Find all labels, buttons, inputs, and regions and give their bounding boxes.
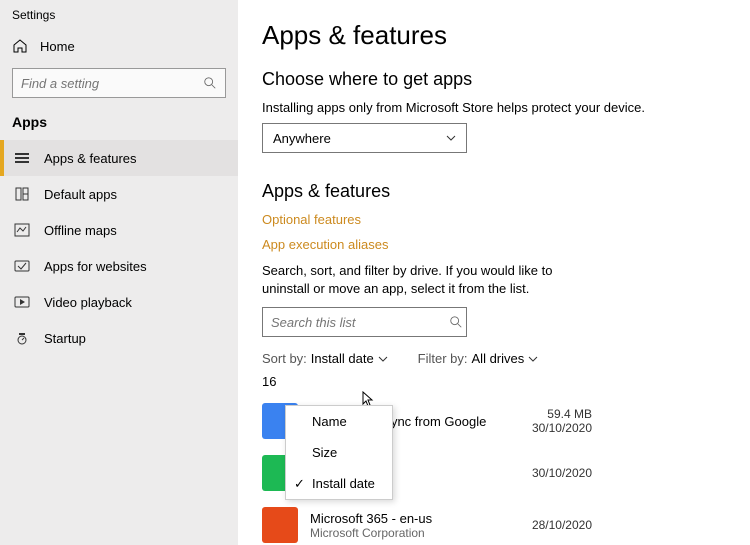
- page-title: Apps & features: [262, 20, 726, 51]
- sidebar-item-default-apps[interactable]: Default apps: [0, 176, 238, 212]
- window-title: Settings: [0, 0, 238, 28]
- search-icon: [449, 315, 463, 329]
- filter-value: All drives: [472, 351, 525, 366]
- app-list-search[interactable]: [262, 307, 467, 337]
- app-source-select[interactable]: Anywhere: [262, 123, 467, 153]
- search-icon: [203, 76, 217, 90]
- sidebar-heading: Apps: [0, 110, 238, 140]
- home-icon: [12, 38, 28, 54]
- app-date: 28/10/2020: [532, 518, 592, 532]
- sidebar-item-apps-for-websites[interactable]: Apps for websites: [0, 248, 238, 284]
- app-publisher: Microsoft Corporation: [310, 526, 520, 540]
- sort-dropdown: NameSizeInstall date: [285, 405, 393, 500]
- chevron-down-icon: [528, 354, 538, 364]
- sort-option-install-date[interactable]: Install date: [286, 468, 392, 499]
- sidebar-item-offline-maps[interactable]: Offline maps: [0, 212, 238, 248]
- sidebar-item-video-playback[interactable]: Video playback: [0, 284, 238, 320]
- home-button[interactable]: Home: [0, 28, 238, 64]
- app-source-value: Anywhere: [273, 131, 331, 146]
- list-description: Search, sort, and filter by drive. If yo…: [262, 262, 602, 297]
- source-hint: Installing apps only from Microsoft Stor…: [262, 100, 726, 115]
- nav-icon: [14, 186, 30, 202]
- app-meta: 30/10/2020: [532, 466, 592, 480]
- nav-icon: [14, 258, 30, 274]
- nav-label: Offline maps: [44, 223, 117, 238]
- filter-label: Filter by:: [418, 351, 468, 366]
- nav-label: Apps for websites: [44, 259, 147, 274]
- filter-by-button[interactable]: Filter by: All drives: [418, 351, 539, 366]
- nav-icon: [14, 150, 30, 166]
- nav-label: Apps & features: [44, 151, 137, 166]
- app-size: 59.4 MB: [532, 407, 592, 421]
- settings-search[interactable]: [12, 68, 226, 98]
- app-execution-aliases-link[interactable]: App execution aliases: [262, 237, 726, 252]
- app-list-search-input[interactable]: [271, 315, 449, 330]
- source-heading: Choose where to get apps: [262, 69, 726, 90]
- app-date: 30/10/2020: [532, 466, 592, 480]
- sort-by-button[interactable]: Sort by: Install date: [262, 351, 388, 366]
- nav-label: Default apps: [44, 187, 117, 202]
- app-name: Microsoft 365 - en-us: [310, 511, 520, 526]
- nav-label: Video playback: [44, 295, 132, 310]
- app-date: 30/10/2020: [532, 421, 592, 435]
- nav-icon: [14, 330, 30, 346]
- sort-value: Install date: [311, 351, 374, 366]
- app-meta: 28/10/2020: [532, 518, 592, 532]
- app-row[interactable]: Microsoft 365 - en-usMicrosoft Corporati…: [262, 499, 592, 545]
- apps-features-heading: Apps & features: [262, 181, 726, 202]
- app-icon: [262, 507, 298, 543]
- sort-label: Sort by:: [262, 351, 307, 366]
- chevron-down-icon: [446, 133, 456, 143]
- nav-icon: [14, 222, 30, 238]
- sidebar-item-startup[interactable]: Startup: [0, 320, 238, 356]
- nav-label: Startup: [44, 331, 86, 346]
- app-count: 16: [262, 374, 726, 389]
- sort-option-size[interactable]: Size: [286, 437, 392, 468]
- home-label: Home: [40, 39, 75, 54]
- chevron-down-icon: [378, 354, 388, 364]
- nav-icon: [14, 294, 30, 310]
- settings-search-input[interactable]: [21, 76, 203, 91]
- app-meta: 59.4 MB30/10/2020: [532, 407, 592, 435]
- optional-features-link[interactable]: Optional features: [262, 212, 726, 227]
- sort-option-name[interactable]: Name: [286, 406, 392, 437]
- sidebar-item-apps-features[interactable]: Apps & features: [0, 140, 238, 176]
